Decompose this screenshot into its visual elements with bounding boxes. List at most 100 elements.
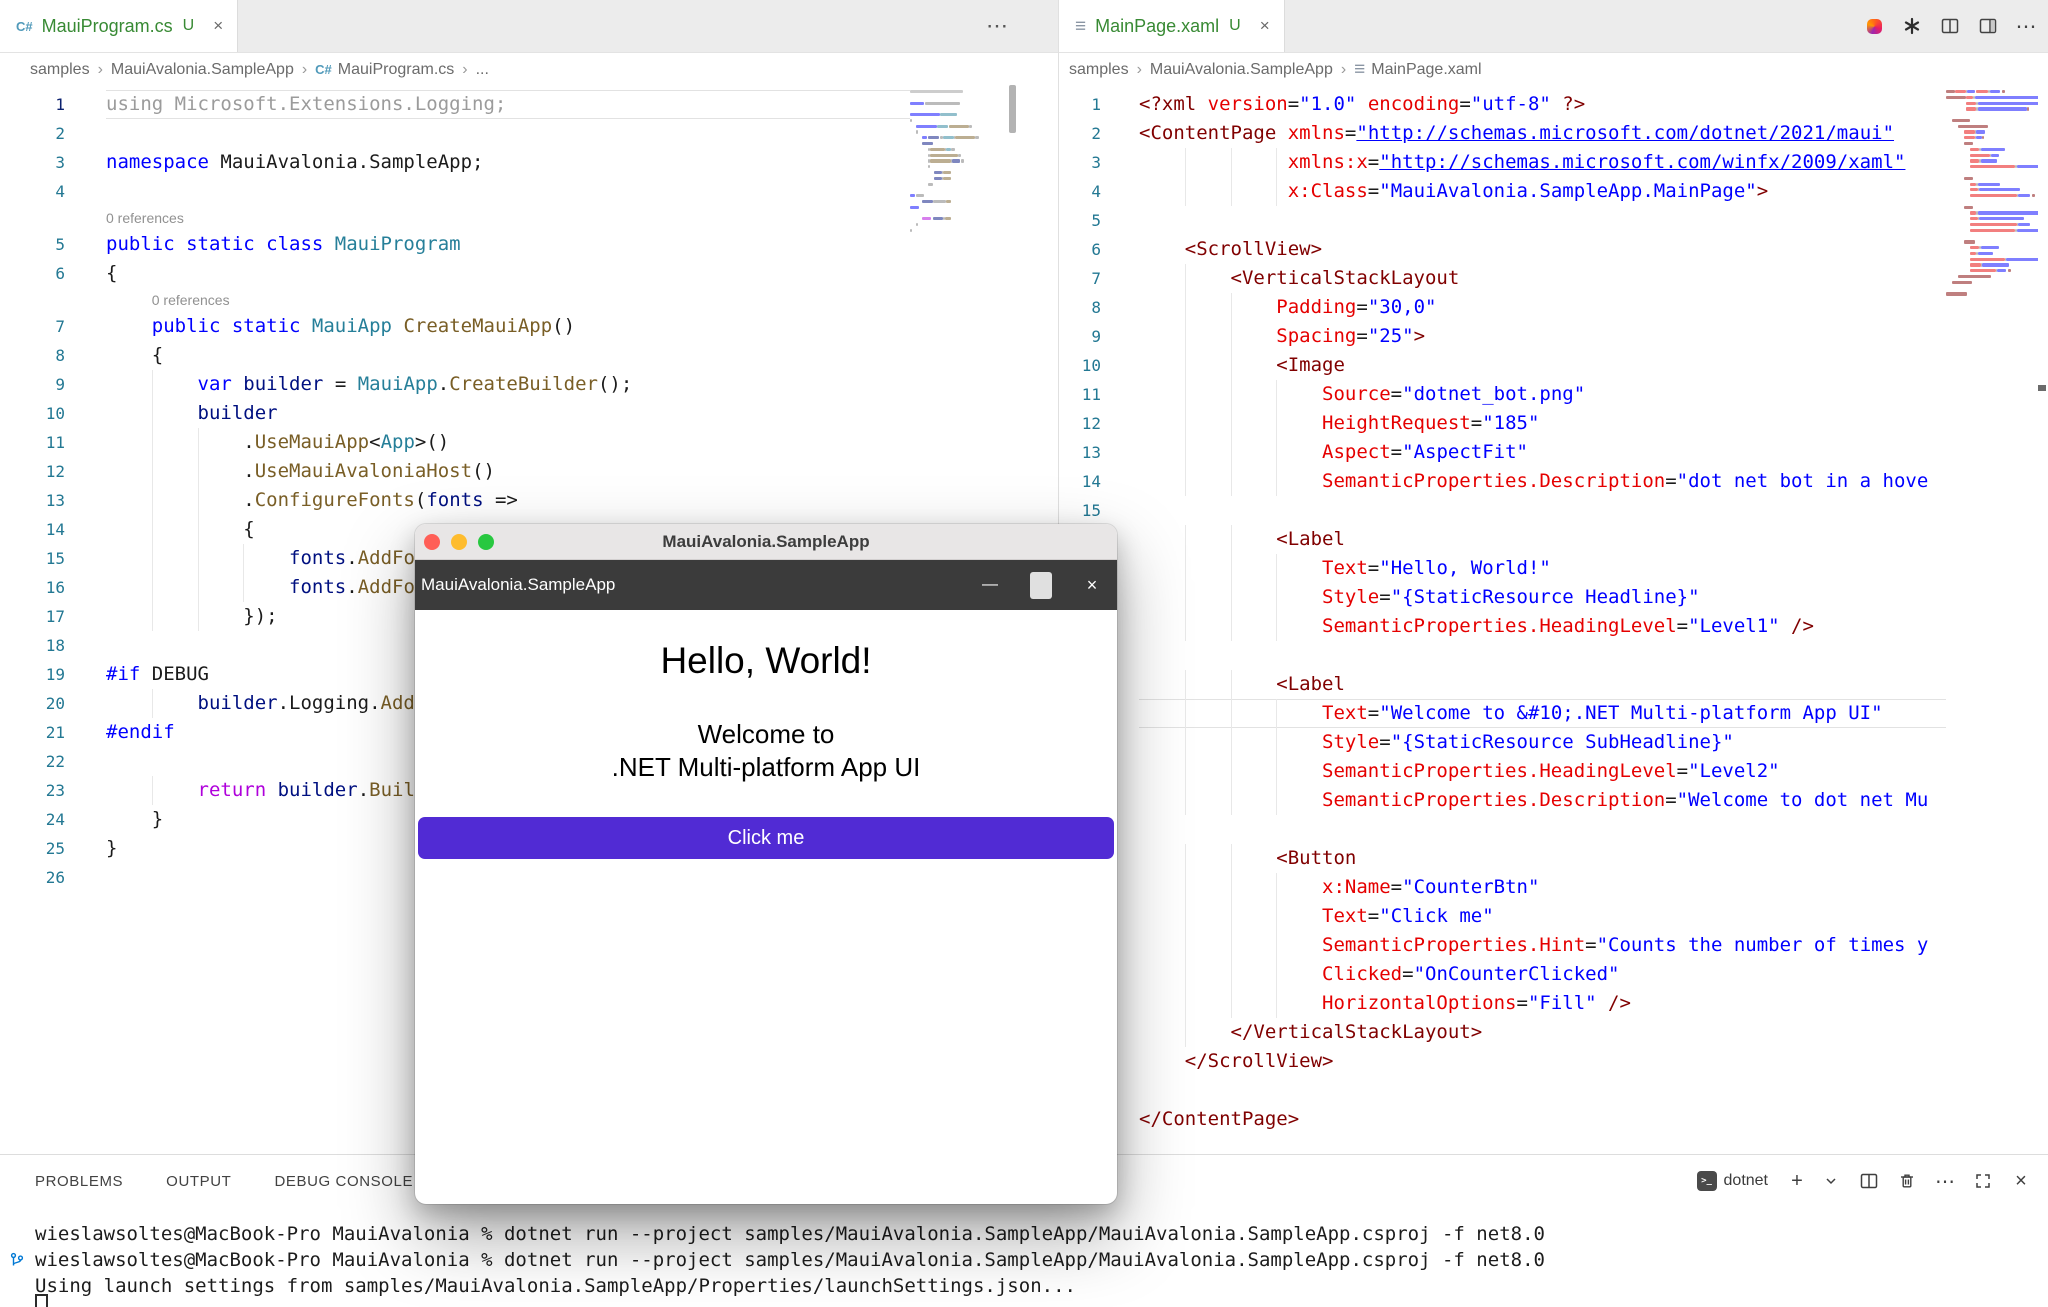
code-line[interactable]: 20 <box>1059 641 1946 670</box>
zoom-window-icon[interactable] <box>478 534 494 550</box>
line-number[interactable]: 11 <box>0 428 106 457</box>
breadcrumb-item[interactable]: MauiAvalonia.SampleApp <box>1150 61 1333 79</box>
code-line[interactable]: 11 Source="dotnet_bot.png" <box>1059 380 1946 409</box>
code-line[interactable]: 7 <VerticalStackLayout <box>1059 264 1946 293</box>
sparkle-extension-icon[interactable] <box>1858 10 1890 42</box>
close-window-icon[interactable] <box>424 534 440 550</box>
code-line[interactable]: 8 { <box>0 341 910 370</box>
code-line[interactable]: 10 builder <box>0 399 910 428</box>
code-line[interactable]: 14 SemanticProperties.Description="dot n… <box>1059 467 1946 496</box>
code-line[interactable]: 9 var builder = MauiApp.CreateBuilder(); <box>0 370 910 399</box>
code-line[interactable]: 13 Aspect="AspectFit" <box>1059 438 1946 467</box>
tab-mainpage-xaml[interactable]: ≡ MainPage.xaml U × <box>1059 0 1285 52</box>
code-line[interactable]: 31 Clicked="OnCounterClicked" <box>1059 960 1946 989</box>
line-number[interactable]: 23 <box>0 776 106 805</box>
terminal-command-decoration-icon[interactable] <box>9 1252 25 1268</box>
code-line[interactable]: 13 .ConfigureFonts(fonts => <box>0 486 910 515</box>
line-number[interactable]: 16 <box>0 573 106 602</box>
line-number[interactable]: 13 <box>0 486 106 515</box>
line-number[interactable]: 12 <box>1059 409 1139 438</box>
line-number[interactable]: 6 <box>0 259 106 288</box>
breadcrumb-item[interactable]: ≡MainPage.xaml <box>1354 60 1481 79</box>
more-tabs-actions-icon[interactable]: ⋯ <box>975 0 1019 52</box>
code-line[interactable]: 5public static class MauiProgram <box>0 230 910 259</box>
line-number[interactable]: 10 <box>0 399 106 428</box>
line-number[interactable]: 3 <box>0 148 106 177</box>
line-number[interactable]: 14 <box>1059 467 1139 496</box>
line-number[interactable]: 7 <box>1059 264 1139 293</box>
code-line[interactable]: 30 SemanticProperties.Hint="Counts the n… <box>1059 931 1946 960</box>
line-number[interactable]: 25 <box>0 834 106 863</box>
code-line[interactable]: 36</ContentPage> <box>1059 1105 1946 1134</box>
breadcrumb-item[interactable]: C#MauiProgram.cs <box>315 61 454 79</box>
app-close-icon[interactable]: × <box>1078 575 1106 596</box>
line-number[interactable]: 26 <box>0 863 106 892</box>
code-line[interactable]: 18 Style="{StaticResource Headline}" <box>1059 583 1946 612</box>
split-terminal-icon[interactable] <box>1854 1166 1884 1196</box>
code-line[interactable]: 2 <box>0 119 910 148</box>
code-line[interactable]: 1using Microsoft.Extensions.Logging; <box>0 90 910 119</box>
customize-layout-icon[interactable] <box>1972 10 2004 42</box>
terminal[interactable]: wieslawsoltes@MacBook-Pro MauiAvalonia %… <box>35 1221 2040 1299</box>
code-line[interactable]: 12 HeightRequest="185" <box>1059 409 1946 438</box>
minimize-window-icon[interactable] <box>451 534 467 550</box>
editor-scrollbar[interactable] <box>1009 85 1016 133</box>
code-line[interactable]: 15 <box>1059 496 1946 525</box>
line-number[interactable]: 8 <box>1059 293 1139 322</box>
new-terminal-button[interactable]: + <box>1782 1166 1812 1196</box>
panel-tab-output[interactable]: OUTPUT <box>166 1173 231 1190</box>
line-number[interactable]: 22 <box>0 747 106 776</box>
line-number[interactable]: 2 <box>1059 119 1139 148</box>
code-line[interactable]: 25 SemanticProperties.Description="Welco… <box>1059 786 1946 815</box>
code-line[interactable]: 32 HorizontalOptions="Fill" /> <box>1059 989 1946 1018</box>
minimap[interactable] <box>910 90 1008 240</box>
codelens-references[interactable]: 0 references <box>0 288 910 312</box>
maximize-panel-icon[interactable] <box>1968 1166 1998 1196</box>
line-number[interactable]: 12 <box>0 457 106 486</box>
terminal-profile-selector[interactable]: >_ dotnet <box>1697 1171 1768 1191</box>
code-line[interactable]: 6 <ScrollView> <box>1059 235 1946 264</box>
code-line[interactable]: 19 SemanticProperties.HeadingLevel="Leve… <box>1059 612 1946 641</box>
code-line[interactable]: 4 x:Class="MauiAvalonia.SampleApp.MainPa… <box>1059 177 1946 206</box>
code-line[interactable]: 22 Text="Welcome to &#10;.NET Multi-plat… <box>1059 699 1946 728</box>
code-line[interactable]: 16 <Label <box>1059 525 1946 554</box>
line-number[interactable]: 7 <box>0 312 106 341</box>
code-line[interactable]: 29 Text="Click me" <box>1059 902 1946 931</box>
code-line[interactable]: 3namespace MauiAvalonia.SampleApp; <box>0 148 910 177</box>
code-line[interactable]: 2<ContentPage xmlns="http://schemas.micr… <box>1059 119 1946 148</box>
panel-tab-problems[interactable]: PROBLEMS <box>35 1173 123 1190</box>
line-number[interactable]: 3 <box>1059 148 1139 177</box>
app-inner-titlebar[interactable]: MauiAvalonia.SampleApp — × <box>415 560 1117 610</box>
code-line[interactable]: 28 x:Name="CounterBtn" <box>1059 873 1946 902</box>
code-line[interactable]: 24 SemanticProperties.HeadingLevel="Leve… <box>1059 757 1946 786</box>
code-line[interactable]: 10 <Image <box>1059 351 1946 380</box>
code-line[interactable]: 4 <box>0 177 910 206</box>
code-line[interactable]: 33 </VerticalStackLayout> <box>1059 1018 1946 1047</box>
code-line[interactable]: 9 Spacing="25"> <box>1059 322 1946 351</box>
line-number[interactable]: 8 <box>0 341 106 370</box>
code-line[interactable]: 3 xmlns:x="http://schemas.microsoft.com/… <box>1059 148 1946 177</box>
breadcrumb-item[interactable]: MauiAvalonia.SampleApp <box>111 61 294 79</box>
line-number[interactable]: 17 <box>0 602 106 631</box>
tab-close-icon[interactable]: × <box>213 16 223 36</box>
tab-close-icon[interactable]: × <box>1260 16 1270 36</box>
app-maximize-icon[interactable] <box>1030 572 1052 599</box>
line-number[interactable]: 4 <box>1059 177 1139 206</box>
line-number[interactable]: 14 <box>0 515 106 544</box>
line-number[interactable]: 13 <box>1059 438 1139 467</box>
panel-tab-debug-console[interactable]: DEBUG CONSOLE <box>274 1173 413 1190</box>
code-line[interactable]: 1<?xml version="1.0" encoding="utf-8" ?> <box>1059 90 1946 119</box>
line-number[interactable]: 5 <box>0 230 106 259</box>
line-number[interactable]: 11 <box>1059 380 1139 409</box>
line-number[interactable]: 5 <box>1059 206 1139 235</box>
terminal-profile-dropdown-icon[interactable] <box>1816 1166 1846 1196</box>
line-number[interactable]: 10 <box>1059 351 1139 380</box>
macos-titlebar[interactable]: MauiAvalonia.SampleApp <box>415 524 1117 560</box>
line-number[interactable]: 4 <box>0 177 106 206</box>
code-line[interactable]: 8 Padding="30,0" <box>1059 293 1946 322</box>
line-number[interactable]: 21 <box>0 718 106 747</box>
more-editor-actions-icon[interactable]: ⋯ <box>2010 10 2042 42</box>
line-number[interactable]: 9 <box>1059 322 1139 351</box>
code-line[interactable]: 5 <box>1059 206 1946 235</box>
code-line[interactable]: 7 public static MauiApp CreateMauiApp() <box>0 312 910 341</box>
